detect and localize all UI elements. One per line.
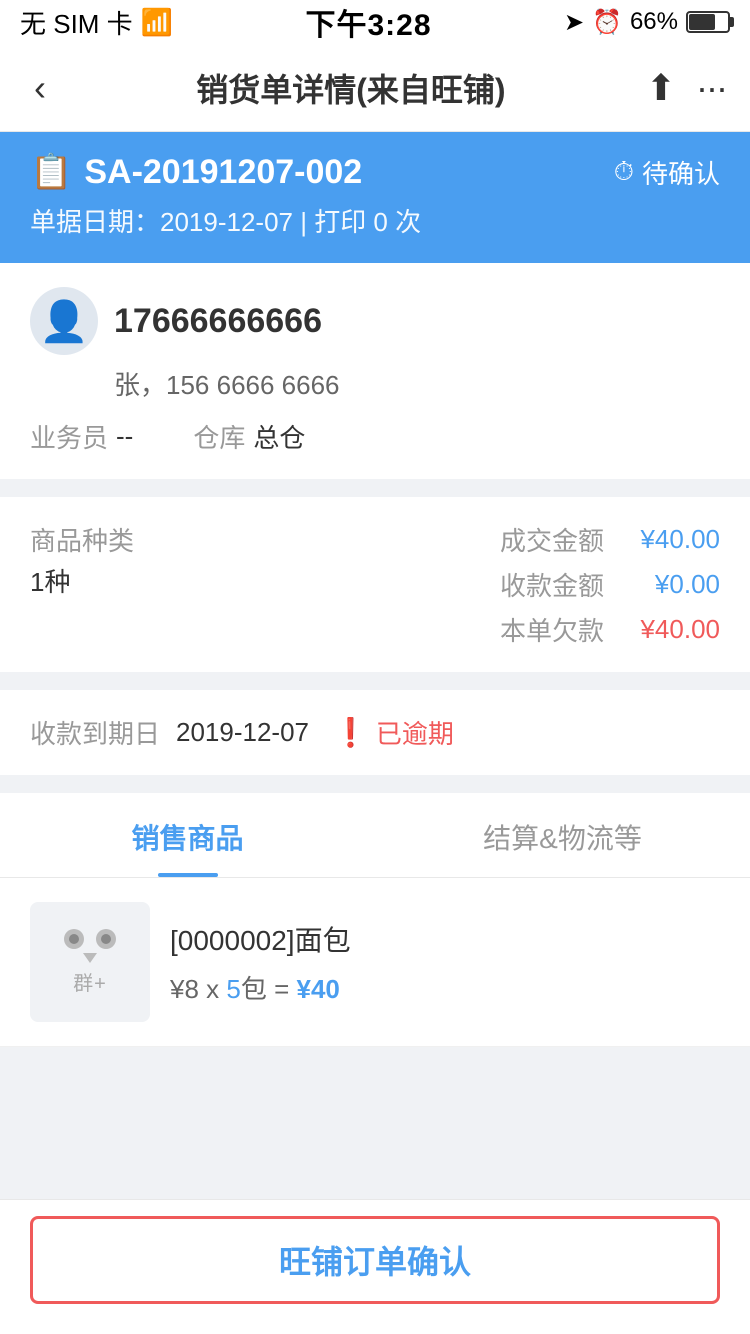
debt-row: 本单欠款 ¥40.00 [500, 611, 720, 648]
sales-value: -- [116, 421, 133, 452]
page-title: 销货单详情(来自旺铺) [196, 65, 505, 111]
bottom-bar: 旺铺订单确认 [0, 1199, 750, 1334]
order-id-text: SA-20191207-002 [84, 153, 362, 192]
customer-row: 👤 17666666666 [30, 287, 720, 355]
customer-phone: 17666666666 [114, 302, 322, 341]
type-value: 1种 [30, 562, 134, 599]
product-unit: 包 = [241, 974, 297, 1004]
due-date-value: 2019-12-07 [176, 717, 309, 748]
battery-text: 66% [630, 8, 678, 36]
nav-actions: ⬆ ··· [646, 67, 726, 109]
received-label: 收款金额 [500, 566, 604, 603]
summary-right: 成交金额 ¥40.00 收款金额 ¥0.00 本单欠款 ¥40.00 [500, 521, 720, 648]
owl-eye-right [96, 929, 116, 949]
tab-settlement[interactable]: 结算&物流等 [375, 793, 750, 877]
tab-sales-label: 销售商品 [131, 823, 243, 854]
order-id: 📋 SA-20191207-002 [30, 152, 362, 192]
owl-pupil-right [101, 934, 111, 944]
more-button[interactable]: ··· [696, 67, 726, 109]
carrier-text: 无 SIM 卡 [20, 4, 133, 41]
avatar: 👤 [30, 287, 98, 355]
summary-left: 商品种类 1种 [30, 521, 134, 599]
product-info: [0000002]面包 ¥8 x 5包 = ¥40 [170, 919, 720, 1006]
share-button[interactable]: ⬆ [646, 67, 676, 109]
product-list: 群+ [0000002]面包 ¥8 x 5包 = ¥40 [0, 878, 750, 1047]
warehouse-label: 仓库 [193, 418, 245, 455]
location-icon: ➤ [564, 8, 584, 37]
alarm-icon: ⏰ [592, 8, 622, 37]
received-row: 收款金额 ¥0.00 [500, 566, 720, 603]
section-divider-3 [0, 777, 750, 793]
debt-label: 本单欠款 [500, 611, 604, 648]
table-row: 群+ [0000002]面包 ¥8 x 5包 = ¥40 [0, 878, 750, 1047]
order-status: ⏱ 待确认 [614, 154, 720, 191]
overdue-icon: ❗ [333, 716, 368, 749]
status-carrier: 无 SIM 卡 📶 [20, 4, 173, 41]
order-date: 单据日期：2019-12-07 | 打印 0 次 [30, 202, 720, 239]
customer-meta: 业务员 -- 仓库 总仓 [30, 418, 720, 455]
received-value: ¥0.00 [620, 569, 720, 600]
debt-value: ¥40.00 [620, 614, 720, 645]
tab-settlement-label: 结算&物流等 [483, 823, 642, 854]
order-id-row: 📋 SA-20191207-002 ⏱ 待确认 [30, 152, 720, 192]
owl-beak [83, 953, 97, 963]
amount-row: 成交金额 ¥40.00 [500, 521, 720, 558]
clock-icon: ⏱ [614, 156, 634, 188]
product-total: ¥40 [296, 974, 339, 1004]
product-name: [0000002]面包 [170, 919, 720, 959]
status-time: 下午3:28 [305, 0, 431, 44]
customer-card: 👤 17666666666 张，156 6666 6666 业务员 -- 仓库 … [0, 263, 750, 479]
product-price-row: ¥8 x 5包 = ¥40 [170, 969, 720, 1006]
product-price-text: ¥8 x [170, 974, 226, 1004]
avatar-icon: 👤 [39, 298, 89, 345]
amount-value: ¥40.00 [620, 524, 720, 555]
sales-meta: 业务员 -- [30, 418, 133, 455]
order-status-text: 待确认 [642, 154, 720, 191]
confirm-order-button[interactable]: 旺铺订单确认 [30, 1216, 720, 1304]
owl-text: 群+ [73, 967, 107, 996]
tab-sales-products[interactable]: 销售商品 [0, 793, 375, 877]
section-divider-1 [0, 481, 750, 497]
summary-card: 商品种类 1种 成交金额 ¥40.00 收款金额 ¥0.00 本单欠款 ¥40.… [0, 497, 750, 672]
amount-label: 成交金额 [500, 521, 604, 558]
section-divider-2 [0, 674, 750, 690]
owl-eye-left [64, 929, 84, 949]
status-icons: ➤ ⏰ 66% [564, 8, 730, 37]
product-qty: 5 [226, 974, 240, 1004]
battery-icon [686, 11, 730, 33]
status-bar: 无 SIM 卡 📶 下午3:28 ➤ ⏰ 66% [0, 0, 750, 44]
due-label: 收款到期日 [30, 714, 160, 751]
back-button[interactable]: ‹ [24, 57, 56, 119]
warehouse-meta: 仓库 总仓 [193, 418, 305, 455]
type-label: 商品种类 [30, 521, 134, 558]
owl-eyes [64, 929, 116, 949]
sales-label: 业务员 [30, 418, 108, 455]
order-header: 📋 SA-20191207-002 ⏱ 待确认 单据日期：2019-12-07 … [0, 132, 750, 263]
nav-bar: ‹ 销货单详情(来自旺铺) ⬆ ··· [0, 44, 750, 132]
order-icon: 📋 [30, 152, 72, 192]
overdue-text: 已逾期 [376, 714, 454, 751]
owl-pupil-left [69, 934, 79, 944]
tabs-bar: 销售商品 结算&物流等 [0, 793, 750, 878]
due-status: ❗ 已逾期 [333, 714, 454, 751]
warehouse-value: 总仓 [253, 418, 305, 455]
customer-name: 张，156 6666 6666 [30, 365, 720, 402]
wifi-icon: 📶 [141, 7, 173, 38]
due-date-card: 收款到期日 2019-12-07 ❗ 已逾期 [0, 690, 750, 775]
product-thumbnail: 群+ [30, 902, 150, 1022]
